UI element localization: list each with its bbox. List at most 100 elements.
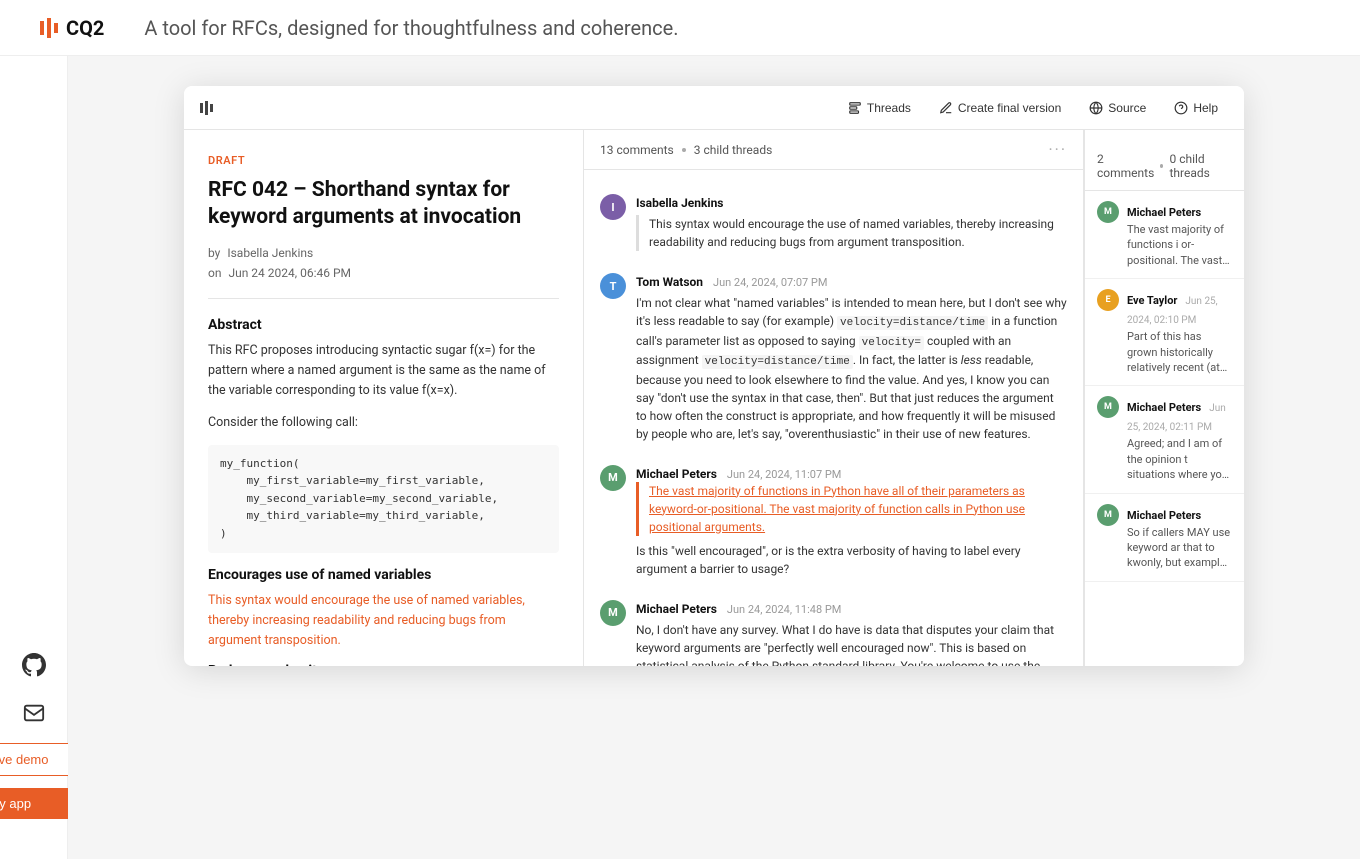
toolbar-logo — [200, 101, 213, 115]
comment-item: M Michael Peters Jun 24, 2024, 11:48 PM … — [584, 588, 1083, 667]
comment-body: Tom Watson Jun 24, 2024, 07:07 PM I'm no… — [636, 271, 1067, 443]
help-button[interactable]: Help — [1164, 96, 1228, 120]
content-area: Threads Create final version Source Help — [68, 56, 1360, 859]
on-label: on — [208, 266, 221, 280]
logo-bar-1 — [40, 21, 44, 35]
code-block: my_function( my_first_variable=my_first_… — [208, 445, 559, 553]
document-panel: DRAFT RFC 042 – Shorthand syntax for key… — [184, 130, 584, 666]
section2-title: Reduces verbosity — [208, 663, 559, 666]
comment-avatar: M — [600, 600, 626, 626]
logo-icon — [40, 18, 58, 38]
thread-avatar: M — [1097, 201, 1119, 223]
doc-draft-label: DRAFT — [208, 154, 559, 167]
github-icon[interactable] — [16, 647, 52, 683]
create-final-version-label: Create final version — [958, 101, 1061, 115]
threads-comments-count: 2 comments — [1097, 152, 1154, 180]
comments-more-button[interactable]: ··· — [1048, 140, 1067, 159]
thread-item: M Michael Peters The vast majority of fu… — [1085, 191, 1244, 279]
comment-text: No, I don't have any survey. What I do h… — [636, 621, 1067, 667]
comment-time: Jun 24, 2024, 11:07 PM — [727, 468, 841, 481]
author-name: Isabella Jenkins — [227, 246, 313, 260]
consider-text: Consider the following call: — [208, 413, 559, 433]
source-button[interactable]: Source — [1079, 96, 1156, 120]
source-label: Source — [1108, 101, 1146, 115]
comments-panel: 13 comments 3 child threads ··· I Isabel… — [584, 130, 1084, 666]
doc-divider — [208, 298, 559, 299]
threads-label: Threads — [867, 101, 911, 115]
thread-item: E Eve Taylor Jun 25, 2024, 02:10 PM Part… — [1085, 279, 1244, 386]
thread-body: Eve Taylor Jun 25, 2024, 02:10 PM Part o… — [1127, 289, 1232, 375]
threads-dot — [1160, 164, 1163, 168]
code-content: my_function( my_first_variable=my_first_… — [220, 455, 547, 543]
thread-author: Michael Peters — [1127, 401, 1201, 414]
comment-highlighted: This syntax would encourage the use of n… — [636, 215, 1067, 251]
thread-item: M Michael Peters So if callers MAY use k… — [1085, 494, 1244, 582]
comment-text: This syntax would encourage the use of n… — [649, 215, 1067, 251]
thread-text: Agreed; and I am of the opinion t situat… — [1127, 436, 1232, 482]
thread-author: Michael Peters — [1127, 206, 1201, 219]
logo-text: CQ2 — [66, 16, 104, 40]
comments-dot — [682, 148, 686, 152]
thread-body: Michael Peters Jun 25, 2024, 02:11 PM Ag… — [1127, 396, 1232, 482]
toolbar-logo-bar-3 — [210, 104, 213, 112]
threads-panel: 2 comments 0 child threads M Michael Pet… — [1084, 130, 1244, 666]
comments-list: I Isabella Jenkins This syntax would enc… — [584, 170, 1083, 666]
comment-body: Michael Peters Jun 24, 2024, 11:07 PM Th… — [636, 463, 1067, 578]
comment-author: Tom Watson — [636, 275, 703, 289]
by-label: by — [208, 246, 220, 260]
section1-highlight: This syntax would encourage the use of n… — [208, 591, 559, 651]
comment-text: I'm not clear what "named variables" is … — [636, 294, 1067, 443]
create-final-version-button[interactable]: Create final version — [929, 96, 1071, 120]
comment-text-orange: The vast majority of functions in Python… — [649, 482, 1067, 536]
app-toolbar: Threads Create final version Source Help — [184, 86, 1244, 130]
comment-body: Michael Peters Jun 24, 2024, 11:48 PM No… — [636, 598, 1067, 667]
thread-avatar: M — [1097, 504, 1119, 526]
main-layout: Live demo → Try app → — [0, 56, 1360, 859]
comment-author: Isabella Jenkins — [636, 196, 723, 210]
help-label: Help — [1193, 101, 1218, 115]
app-body: DRAFT RFC 042 – Shorthand syntax for key… — [184, 130, 1244, 666]
child-threads-count: 3 child threads — [694, 143, 773, 157]
doc-author: by Isabella Jenkins — [208, 246, 559, 260]
comment-time: Jun 24, 2024, 07:07 PM — [713, 276, 827, 289]
live-demo-label: Live demo — [0, 752, 48, 767]
app-preview: Threads Create final version Source Help — [184, 86, 1244, 666]
thread-body: Michael Peters The vast majority of func… — [1127, 201, 1232, 268]
doc-date: on Jun 24 2024, 06:46 PM — [208, 266, 559, 280]
thread-avatar: E — [1097, 289, 1119, 311]
thread-author: Michael Peters — [1127, 509, 1201, 522]
comment-highlighted-orange: The vast majority of functions in Python… — [636, 482, 1067, 536]
threads-child-count: 0 child threads — [1169, 152, 1232, 180]
logo: CQ2 — [40, 16, 104, 40]
sidebar: Live demo → Try app → — [0, 56, 68, 859]
doc-title: RFC 042 – Shorthand syntax for keyword a… — [208, 177, 559, 232]
comment-time: Jun 24, 2024, 11:48 PM — [727, 603, 841, 616]
thread-author: Eve Taylor — [1127, 294, 1177, 307]
thread-body: Michael Peters So if callers MAY use key… — [1127, 504, 1232, 571]
threads-button[interactable]: Threads — [838, 96, 921, 120]
comment-item: M Michael Peters Jun 24, 2024, 11:07 PM … — [584, 453, 1083, 588]
section1-title: Encourages use of named variables — [208, 567, 559, 583]
abstract-text: This RFC proposes introducing syntactic … — [208, 341, 559, 401]
comment-author: Michael Peters — [636, 467, 717, 481]
comment-avatar: T — [600, 273, 626, 299]
toolbar-logo-bar-1 — [200, 103, 203, 113]
threads-header: 2 comments 0 child threads — [1085, 142, 1244, 191]
logo-bar-2 — [47, 18, 51, 38]
thread-item: M Michael Peters Jun 25, 2024, 02:11 PM … — [1085, 386, 1244, 493]
comments-header: 13 comments 3 child threads ··· — [584, 130, 1083, 170]
mail-icon[interactable] — [16, 695, 52, 731]
pub-date: Jun 24 2024, 06:46 PM — [228, 266, 351, 280]
logo-bar-3 — [54, 23, 58, 33]
comments-count: 13 comments — [600, 143, 674, 157]
try-app-label: Try app — [0, 796, 31, 811]
comment-avatar: M — [600, 465, 626, 491]
comment-body: Isabella Jenkins This syntax would encou… — [636, 192, 1067, 251]
thread-text: So if callers MAY use keyword ar that to… — [1127, 525, 1232, 571]
abstract-title: Abstract — [208, 317, 559, 333]
toolbar-logo-bar-2 — [205, 101, 208, 115]
thread-text: The vast majority of functions i or-posi… — [1127, 222, 1232, 268]
comment-author: Michael Peters — [636, 602, 717, 616]
comment-item: T Tom Watson Jun 24, 2024, 07:07 PM I'm … — [584, 261, 1083, 453]
thread-text: Part of this has grown historically rela… — [1127, 329, 1232, 375]
